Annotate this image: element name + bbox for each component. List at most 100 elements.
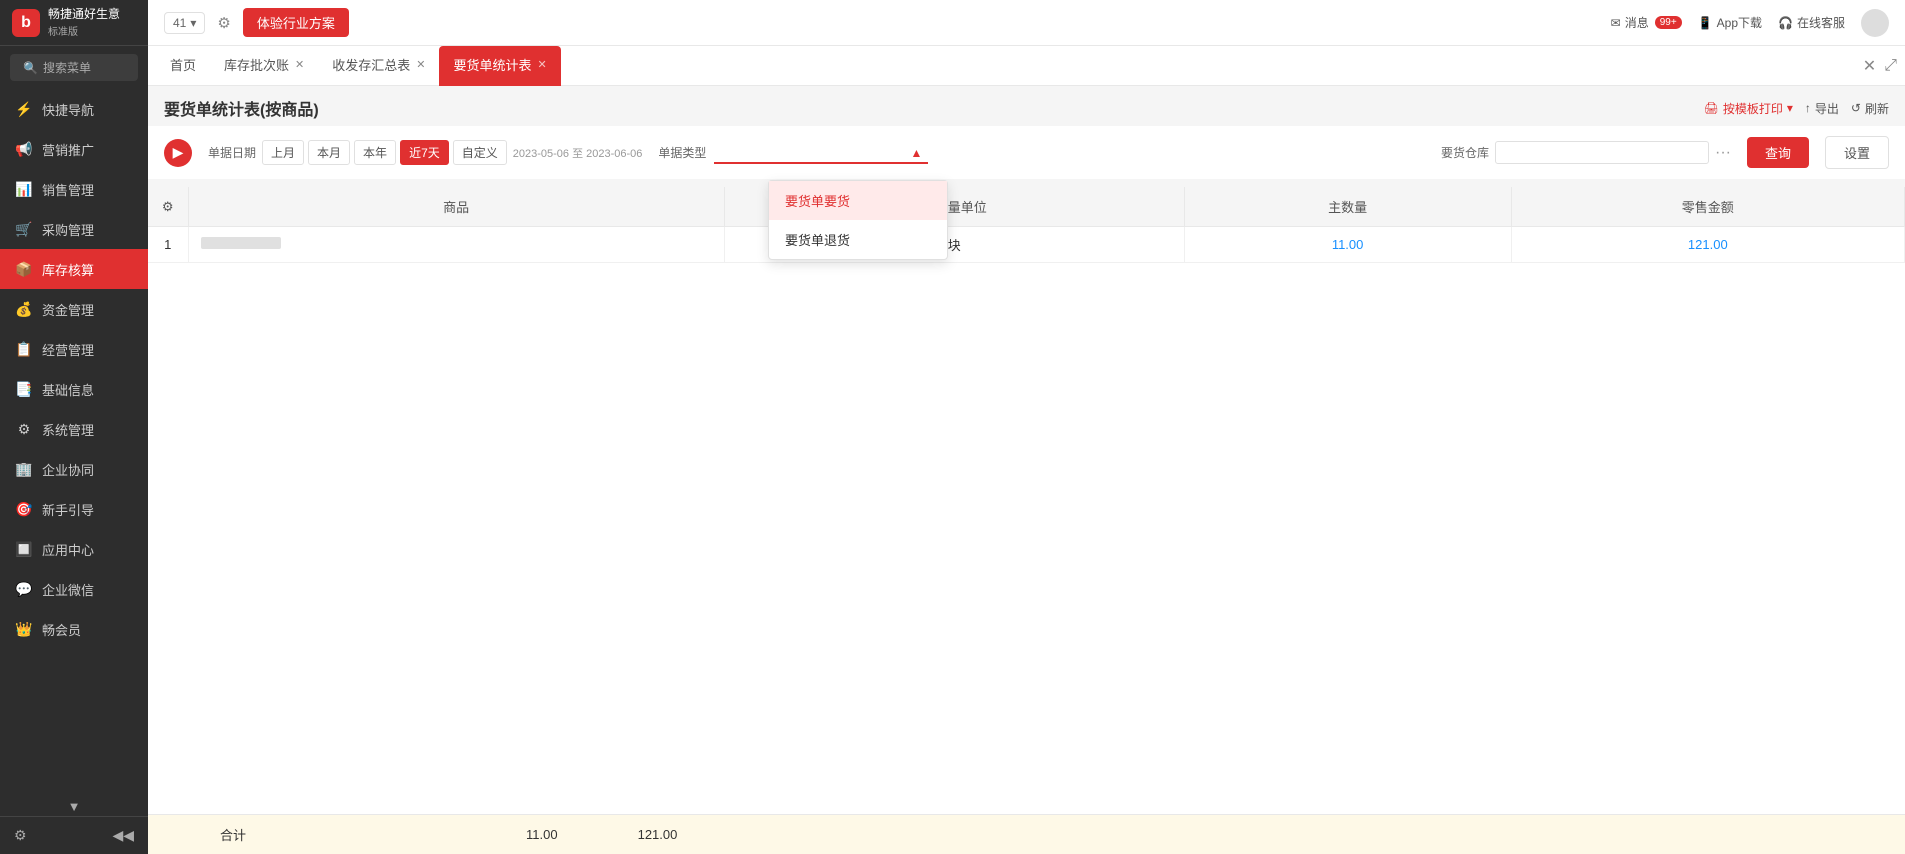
tab-inventory-batch-label: 库存批次账 bbox=[224, 55, 289, 74]
sidebar-item-guide[interactable]: 🎯 新手引导 bbox=[0, 489, 148, 529]
sidebar-item-sales[interactable]: 📊 销售管理 bbox=[0, 169, 148, 209]
settings-icon[interactable]: ⚙ bbox=[14, 827, 27, 844]
tab-home-label: 首页 bbox=[170, 55, 196, 74]
footer-amount: 121.00 bbox=[638, 827, 678, 842]
wechat-label: 企业微信 bbox=[42, 580, 94, 599]
operations-label: 经营管理 bbox=[42, 340, 94, 359]
export-icon: ↑ bbox=[1805, 101, 1811, 115]
date-btn-custom[interactable]: 自定义 bbox=[453, 140, 507, 165]
table-col-amount: 零售金额 bbox=[1511, 187, 1904, 227]
tab-order-stats[interactable]: 要货单统计表 ✕ bbox=[439, 46, 560, 86]
search-menu[interactable]: 🔍 搜索菜单 bbox=[10, 54, 138, 81]
type-filter-group: 单据类型 ▲ bbox=[658, 141, 928, 164]
service-icon: 🎧 bbox=[1778, 16, 1793, 30]
date-btn-7days[interactable]: 近7天 bbox=[400, 140, 449, 165]
app-logo: b 畅捷通好生意 标准版 bbox=[0, 0, 148, 46]
inventory-label: 库存核算 bbox=[42, 260, 94, 279]
system-label: 系统管理 bbox=[42, 420, 94, 439]
query-button[interactable]: 查询 bbox=[1747, 137, 1809, 168]
basic-label: 基础信息 bbox=[42, 380, 94, 399]
print-button[interactable]: 🖨 按模板打印 ▾ bbox=[1704, 100, 1793, 117]
header-right: ✉ 消息 99+ 📱 App下载 🎧 在线客服 bbox=[1611, 9, 1889, 37]
app-download-label: App下载 bbox=[1717, 14, 1762, 31]
sidebar-item-quick-nav[interactable]: ⚡ 快捷导航 bbox=[0, 89, 148, 129]
tab-order-stats-close[interactable]: ✕ bbox=[538, 58, 547, 71]
sidebar-item-purchase[interactable]: 🛒 采购管理 bbox=[0, 209, 148, 249]
type-dropdown: 要货单要货 要货单退货 bbox=[768, 180, 948, 260]
sidebar-item-system[interactable]: ⚙ 系统管理 bbox=[0, 409, 148, 449]
purchase-icon: 🛒 bbox=[14, 219, 34, 239]
sidebar-item-basic[interactable]: 📑 基础信息 bbox=[0, 369, 148, 409]
sales-label: 销售管理 bbox=[42, 180, 94, 199]
sidebar-item-wechat[interactable]: 💬 企业微信 bbox=[0, 569, 148, 609]
warehouse-filter-label: 要货仓库 bbox=[1441, 144, 1489, 161]
sidebar-item-operations[interactable]: 📋 经营管理 bbox=[0, 329, 148, 369]
app-name: 畅捷通好生意 bbox=[48, 7, 120, 23]
header-left: 41 ▾ ⚙ 体验行业方案 bbox=[164, 8, 349, 37]
guide-label: 新手引导 bbox=[42, 500, 94, 519]
member-icon: 👑 bbox=[14, 619, 34, 639]
refresh-button[interactable]: ↺ 刷新 bbox=[1851, 100, 1889, 117]
warehouse-filter-input[interactable] bbox=[1495, 141, 1709, 164]
sidebar-item-marketing[interactable]: 📢 营销推广 bbox=[0, 129, 148, 169]
export-button[interactable]: ↑ 导出 bbox=[1805, 100, 1839, 117]
tab-receipt-summary-close[interactable]: ✕ bbox=[416, 58, 425, 71]
row-quantity: 11.00 bbox=[1184, 227, 1511, 263]
export-label: 导出 bbox=[1815, 100, 1839, 117]
tab-home[interactable]: 首页 bbox=[156, 46, 210, 86]
sidebar-item-inventory[interactable]: 📦 库存核算 bbox=[0, 249, 148, 289]
tab-order-stats-label: 要货单统计表 bbox=[453, 55, 531, 74]
row-index: 1 bbox=[148, 227, 188, 263]
set-button[interactable]: 设置 bbox=[1825, 136, 1889, 169]
basic-icon: 📑 bbox=[14, 379, 34, 399]
table-col-settings[interactable]: ⚙ bbox=[148, 187, 188, 227]
type-filter-input[interactable] bbox=[714, 141, 928, 164]
sidebar-item-app-center[interactable]: 🔲 应用中心 bbox=[0, 529, 148, 569]
date-btn-last-month[interactable]: 上月 bbox=[262, 140, 304, 165]
quick-nav-icon: ⚡ bbox=[14, 99, 34, 119]
top-header: 41 ▾ ⚙ 体验行业方案 ✉ 消息 99+ 📱 App下载 🎧 在线客服 bbox=[148, 0, 1905, 46]
sidebar: b 畅捷通好生意 标准版 🔍 搜索菜单 ⚡ 快捷导航 📢 营销推广 📊 销售管理… bbox=[0, 0, 148, 854]
inventory-icon: 📦 bbox=[14, 259, 34, 279]
sidebar-item-member[interactable]: 👑 畅会员 bbox=[0, 609, 148, 649]
trial-button[interactable]: 体验行业方案 bbox=[243, 8, 349, 37]
date-range-text: 2023-05-06 至 2023-06-06 bbox=[513, 145, 643, 161]
sidebar-scroll-down[interactable]: ▼ bbox=[0, 797, 148, 816]
footer-label: 合计 bbox=[160, 825, 246, 844]
company-selector[interactable]: 41 ▾ bbox=[164, 12, 205, 34]
collapse-icon[interactable]: ◀◀ bbox=[112, 827, 134, 844]
tab-close-all-icon[interactable]: ✕ bbox=[1863, 56, 1876, 76]
tab-inventory-batch-close[interactable]: ✕ bbox=[295, 58, 304, 71]
dropdown-item-1[interactable]: 要货单退货 bbox=[769, 220, 947, 259]
app-download-action[interactable]: 📱 App下载 bbox=[1698, 14, 1762, 31]
finance-icon: 💰 bbox=[14, 299, 34, 319]
app-center-icon: 🔲 bbox=[14, 539, 34, 559]
tabs-actions: ✕ ⤢ bbox=[1863, 56, 1905, 76]
messages-action[interactable]: ✉ 消息 99+ bbox=[1611, 14, 1682, 31]
tab-expand-icon[interactable]: ⤢ bbox=[1884, 57, 1897, 75]
footer-quantity: 11.00 bbox=[526, 827, 558, 842]
header-settings-icon[interactable]: ⚙ bbox=[217, 14, 230, 32]
table-row: 1 块 11.00 121.00 bbox=[148, 227, 1905, 263]
wechat-icon: 💬 bbox=[14, 579, 34, 599]
sidebar-nav: ⚡ 快捷导航 📢 营销推广 📊 销售管理 🛒 采购管理 📦 库存核算 💰 资金管… bbox=[0, 89, 148, 797]
date-btn-this-year[interactable]: 本年 bbox=[354, 140, 396, 165]
company-selector-value: 41 bbox=[173, 16, 186, 30]
sidebar-item-finance[interactable]: 💰 资金管理 bbox=[0, 289, 148, 329]
user-avatar[interactable] bbox=[1861, 9, 1889, 37]
messages-label: 消息 bbox=[1625, 14, 1649, 31]
row-product bbox=[188, 227, 724, 263]
type-filter-label: 单据类型 bbox=[658, 144, 706, 161]
tab-receipt-summary[interactable]: 收发存汇总表 ✕ bbox=[318, 46, 439, 86]
dropdown-item-0[interactable]: 要货单要货 bbox=[769, 181, 947, 220]
warehouse-dots-icon[interactable]: ··· bbox=[1715, 144, 1731, 162]
table-footer: 合计 11.00 121.00 bbox=[148, 814, 1905, 854]
tab-inventory-batch[interactable]: 库存批次账 ✕ bbox=[210, 46, 318, 86]
filter-toggle-button[interactable]: ▶ bbox=[164, 139, 192, 167]
sidebar-item-enterprise[interactable]: 🏢 企业协同 bbox=[0, 449, 148, 489]
chevron-down-icon: ▾ bbox=[190, 16, 196, 30]
table-header-row: ⚙ 商品 主计量单位 主数量 零售金额 bbox=[148, 187, 1905, 227]
date-btn-this-month[interactable]: 本月 bbox=[308, 140, 350, 165]
online-service-action[interactable]: 🎧 在线客服 bbox=[1778, 14, 1845, 31]
type-input-arrow-icon[interactable]: ▲ bbox=[911, 146, 923, 160]
